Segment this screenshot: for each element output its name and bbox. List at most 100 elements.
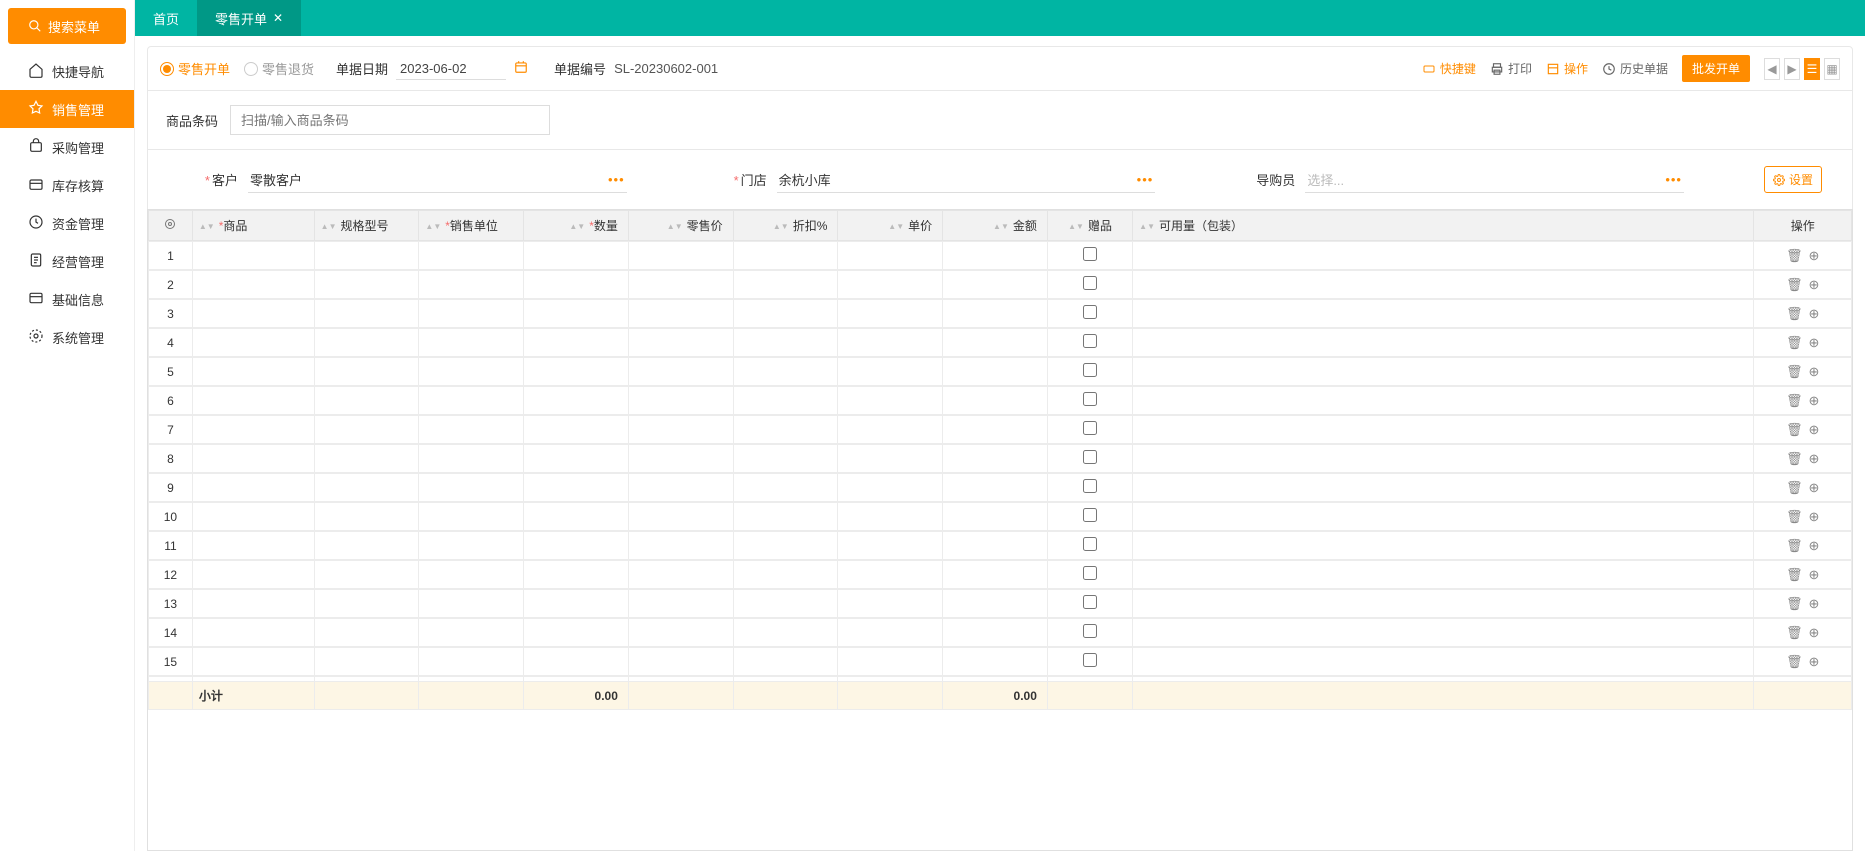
cell-gift[interactable] xyxy=(1047,474,1132,502)
gift-checkbox[interactable] xyxy=(1083,624,1097,638)
th-discount[interactable]: ▲▼折扣% xyxy=(733,211,838,241)
delete-row-icon[interactable]: 🗑 xyxy=(1786,480,1803,495)
sidebar-item-7[interactable]: 系统管理 xyxy=(0,318,134,356)
cell-discount[interactable] xyxy=(733,590,838,618)
cell-retail-price[interactable] xyxy=(628,445,733,473)
add-row-icon[interactable]: ⊕ xyxy=(1809,509,1820,524)
sidebar-item-5[interactable]: 经营管理 xyxy=(0,242,134,280)
cell-product[interactable] xyxy=(192,329,314,357)
add-row-icon[interactable]: ⊕ xyxy=(1809,277,1820,292)
history-link[interactable]: 历史单据 xyxy=(1602,60,1668,77)
gift-checkbox[interactable] xyxy=(1083,421,1097,435)
cell-unit[interactable] xyxy=(419,300,524,328)
cell-unit-price[interactable] xyxy=(838,242,943,270)
cell-unit-price[interactable] xyxy=(838,416,943,444)
cell-unit[interactable] xyxy=(419,445,524,473)
cell-gift[interactable] xyxy=(1047,387,1132,415)
table-row[interactable]: 2🗑⊕ xyxy=(148,270,1852,299)
cell-amount[interactable] xyxy=(943,300,1048,328)
cell-gift[interactable] xyxy=(1047,532,1132,560)
cell-gift[interactable] xyxy=(1047,242,1132,270)
cell-unit[interactable] xyxy=(419,619,524,647)
cell-retail-price[interactable] xyxy=(628,474,733,502)
th-gear[interactable] xyxy=(149,211,193,241)
cell-gift[interactable] xyxy=(1047,503,1132,531)
cell-discount[interactable] xyxy=(733,648,838,676)
cell-unit[interactable] xyxy=(419,532,524,560)
cell-qty[interactable] xyxy=(524,532,629,560)
cell-qty[interactable] xyxy=(524,242,629,270)
cell-spec[interactable] xyxy=(314,532,419,560)
cell-qty[interactable] xyxy=(524,300,629,328)
sidebar-item-2[interactable]: 采购管理 xyxy=(0,128,134,166)
delete-row-icon[interactable]: 🗑 xyxy=(1786,567,1803,582)
cell-spec[interactable] xyxy=(314,445,419,473)
cell-gift[interactable] xyxy=(1047,648,1132,676)
cell-product[interactable] xyxy=(192,271,314,299)
guide-more-icon[interactable]: ••• xyxy=(1665,172,1682,187)
cell-amount[interactable] xyxy=(943,271,1048,299)
cell-product[interactable] xyxy=(192,561,314,589)
add-row-icon[interactable]: ⊕ xyxy=(1809,306,1820,321)
cell-product[interactable] xyxy=(192,358,314,386)
cell-qty[interactable] xyxy=(524,648,629,676)
cell-gift[interactable] xyxy=(1047,619,1132,647)
delete-row-icon[interactable]: 🗑 xyxy=(1786,451,1803,466)
cell-product[interactable] xyxy=(192,648,314,676)
delete-row-icon[interactable]: 🗑 xyxy=(1786,335,1803,350)
delete-row-icon[interactable]: 🗑 xyxy=(1786,625,1803,640)
cell-qty[interactable] xyxy=(524,271,629,299)
cell-spec[interactable] xyxy=(314,474,419,502)
cell-product[interactable] xyxy=(192,416,314,444)
cell-gift[interactable] xyxy=(1047,358,1132,386)
delete-row-icon[interactable]: 🗑 xyxy=(1786,596,1803,611)
cell-discount[interactable] xyxy=(733,619,838,647)
gift-checkbox[interactable] xyxy=(1083,305,1097,319)
cell-qty[interactable] xyxy=(524,329,629,357)
tab-0[interactable]: 首页 xyxy=(135,0,197,36)
cell-discount[interactable] xyxy=(733,242,838,270)
cell-amount[interactable] xyxy=(943,416,1048,444)
delete-row-icon[interactable]: 🗑 xyxy=(1786,538,1803,553)
cell-discount[interactable] xyxy=(733,271,838,299)
cell-product[interactable] xyxy=(192,242,314,270)
search-menu-button[interactable]: 搜索菜单 xyxy=(8,8,126,44)
settings-button[interactable]: 设置 xyxy=(1764,166,1822,193)
cell-amount[interactable] xyxy=(943,329,1048,357)
cell-gift[interactable] xyxy=(1047,590,1132,618)
layout-button[interactable]: ▦ xyxy=(1824,58,1840,80)
cell-qty[interactable] xyxy=(524,445,629,473)
cell-retail-price[interactable] xyxy=(628,271,733,299)
cell-retail-price[interactable] xyxy=(628,242,733,270)
cell-retail-price[interactable] xyxy=(628,387,733,415)
cell-discount[interactable] xyxy=(733,445,838,473)
cell-amount[interactable] xyxy=(943,445,1048,473)
table-row[interactable]: 14🗑⊕ xyxy=(148,618,1852,647)
cell-unit-price[interactable] xyxy=(838,387,943,415)
add-row-icon[interactable]: ⊕ xyxy=(1809,422,1820,437)
cell-gift[interactable] xyxy=(1047,416,1132,444)
barcode-input[interactable] xyxy=(230,105,550,135)
cell-gift[interactable] xyxy=(1047,445,1132,473)
cell-unit-price[interactable] xyxy=(838,561,943,589)
cell-unit-price[interactable] xyxy=(838,271,943,299)
cell-amount[interactable] xyxy=(943,242,1048,270)
cell-qty[interactable] xyxy=(524,590,629,618)
cell-product[interactable] xyxy=(192,619,314,647)
sidebar-item-0[interactable]: 快捷导航 xyxy=(0,52,134,90)
bill-date-input[interactable] xyxy=(396,58,506,80)
th-amount[interactable]: ▲▼金额 xyxy=(943,211,1048,241)
delete-row-icon[interactable]: 🗑 xyxy=(1786,393,1803,408)
gift-checkbox[interactable] xyxy=(1083,653,1097,667)
table-row[interactable]: 4🗑⊕ xyxy=(148,328,1852,357)
customer-select[interactable]: 零散客户 ••• xyxy=(248,167,627,193)
th-available[interactable]: ▲▼可用量（包装） xyxy=(1133,211,1754,241)
cell-discount[interactable] xyxy=(733,387,838,415)
cell-retail-price[interactable] xyxy=(628,300,733,328)
cell-unit[interactable] xyxy=(419,387,524,415)
cell-product[interactable] xyxy=(192,503,314,531)
cell-amount[interactable] xyxy=(943,474,1048,502)
cell-unit[interactable] xyxy=(419,416,524,444)
cell-unit[interactable] xyxy=(419,590,524,618)
cell-amount[interactable] xyxy=(943,358,1048,386)
